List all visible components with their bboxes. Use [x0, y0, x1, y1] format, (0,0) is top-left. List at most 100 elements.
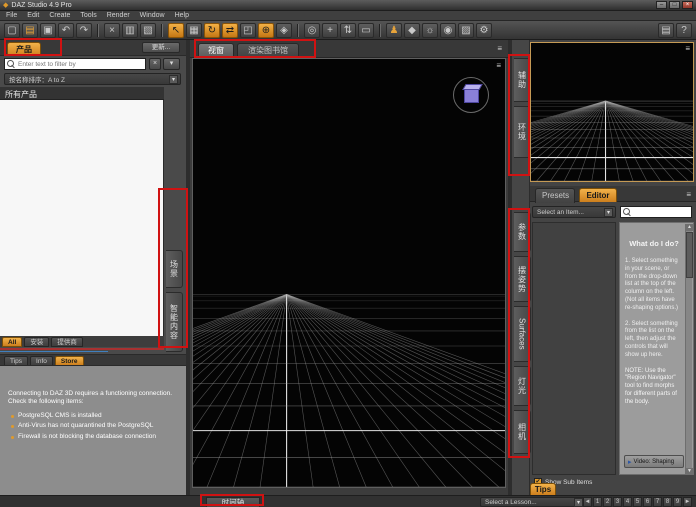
- app-icon: ◆: [3, 2, 9, 9]
- menu-edit[interactable]: Edit: [27, 12, 39, 19]
- rotate-tool-icon[interactable]: ↻: [204, 22, 220, 38]
- create-light-icon[interactable]: ☼: [422, 22, 438, 38]
- node-selection-tool-icon[interactable]: ↖: [168, 22, 184, 38]
- tab-tips-right[interactable]: Tips: [530, 483, 556, 495]
- 3d-viewport[interactable]: ≡: [192, 58, 506, 488]
- tab-viewport[interactable]: 视窗: [198, 43, 234, 58]
- pane-tab-cameras[interactable]: 相机: [514, 410, 531, 454]
- pane-menu-icon[interactable]: ≡: [686, 191, 691, 199]
- viewport-options-icon[interactable]: ≡: [496, 62, 501, 70]
- pager-6[interactable]: 6: [643, 497, 652, 507]
- video-shaping-button[interactable]: ▸ Video: Shaping: [624, 455, 684, 468]
- scroll-up-icon[interactable]: ▲: [686, 224, 693, 231]
- product-list[interactable]: [0, 100, 164, 336]
- universal-tool-icon[interactable]: ⊕: [258, 22, 274, 38]
- view-cube-gizmo[interactable]: [453, 77, 489, 113]
- redo-icon[interactable]: ↷: [76, 22, 92, 38]
- info-tab-row: Tips Info Store: [0, 354, 186, 366]
- scroll-down-icon[interactable]: ▼: [686, 468, 693, 475]
- geometry-editor-tool-icon[interactable]: ▦: [186, 22, 202, 38]
- aux-viewport[interactable]: ≡: [530, 42, 694, 182]
- paste-icon[interactable]: ▧: [140, 22, 156, 38]
- cut-icon[interactable]: ×: [104, 22, 120, 38]
- pager-2[interactable]: 2: [603, 497, 612, 507]
- close-button[interactable]: ×: [682, 1, 693, 9]
- aux-options-icon[interactable]: ≡: [685, 45, 690, 53]
- sort-dropdown[interactable]: 按名称排序：A to Z ▾: [4, 73, 181, 85]
- toolbar-separator: [297, 23, 299, 37]
- scene-info-icon[interactable]: ▤: [658, 22, 674, 38]
- pager-8[interactable]: 8: [663, 497, 672, 507]
- menu-window[interactable]: Window: [140, 12, 165, 19]
- pan-camera-icon[interactable]: +: [322, 22, 338, 38]
- menu-tools[interactable]: Tools: [80, 12, 96, 19]
- new-file-icon[interactable]: ▢: [4, 22, 20, 38]
- render-icon[interactable]: ▨: [458, 22, 474, 38]
- pane-tab-environment[interactable]: 环境: [514, 106, 531, 158]
- create-figure-icon[interactable]: ♟: [386, 22, 402, 38]
- tab-render-library[interactable]: 渲染图书馆: [237, 43, 299, 58]
- pane-tab-lights[interactable]: 灯光: [514, 366, 531, 406]
- menu-render[interactable]: Render: [107, 12, 130, 19]
- store-info-item: Anti-Virus has not quarantined the Postg…: [11, 422, 178, 430]
- tab-timeline[interactable]: 时间轴: [206, 497, 260, 507]
- maximize-button[interactable]: □: [669, 1, 680, 9]
- search-options-button[interactable]: ▾: [163, 58, 180, 70]
- frame-camera-icon[interactable]: ▭: [358, 22, 374, 38]
- pane-tab-posing[interactable]: 摆姿势: [514, 256, 531, 302]
- dolly-camera-icon[interactable]: ⇅: [340, 22, 356, 38]
- filter-tab-all[interactable]: All: [2, 337, 23, 347]
- filter-tab-vendor[interactable]: 提供商: [51, 337, 83, 347]
- create-prop-icon[interactable]: ◆: [404, 22, 420, 38]
- menu-create[interactable]: Create: [49, 12, 70, 19]
- clear-search-button[interactable]: ×: [149, 58, 161, 70]
- search-icon: [623, 207, 632, 217]
- pager-5[interactable]: 5: [633, 497, 642, 507]
- filter-tab-installed[interactable]: 安装: [24, 337, 50, 347]
- translate-tool-icon[interactable]: ⇄: [222, 22, 238, 38]
- pager-7[interactable]: 7: [653, 497, 662, 507]
- tab-presets[interactable]: Presets: [535, 188, 575, 203]
- pane-tab-smart-content[interactable]: 智能内容: [166, 292, 183, 352]
- filter-search-input[interactable]: [16, 60, 145, 68]
- morph-list[interactable]: [532, 222, 616, 475]
- menu-file[interactable]: File: [6, 12, 17, 19]
- title-bar[interactable]: ◆ DAZ Studio 4.9 Pro – □ ×: [0, 0, 696, 11]
- pane-tab-scene[interactable]: 场景: [166, 250, 183, 288]
- scrollbar-thumb[interactable]: [686, 232, 693, 278]
- update-button[interactable]: 更新...: [142, 42, 180, 53]
- pager-next[interactable]: ►: [683, 497, 692, 507]
- pager-3[interactable]: 3: [613, 497, 622, 507]
- tab-editor[interactable]: Editor: [579, 188, 617, 202]
- play-icon: ▸: [628, 458, 632, 466]
- minimize-button[interactable]: –: [656, 1, 667, 9]
- copy-icon[interactable]: ▥: [122, 22, 138, 38]
- pager-prev[interactable]: ◄: [583, 497, 592, 507]
- pager-1[interactable]: 1: [593, 497, 602, 507]
- undo-icon[interactable]: ↶: [58, 22, 74, 38]
- tab-products[interactable]: 产品: [7, 42, 41, 56]
- create-camera-icon[interactable]: ◉: [440, 22, 456, 38]
- pager-9[interactable]: 9: [673, 497, 682, 507]
- viewport-tab-row: 视窗 渲染图书馆 ≡: [190, 40, 508, 58]
- help-icon[interactable]: ?: [676, 22, 692, 38]
- item-select-dropdown[interactable]: Select an Item... ▾: [532, 206, 616, 218]
- orbit-camera-icon[interactable]: ◎: [304, 22, 320, 38]
- render-settings-icon[interactable]: ⚙: [476, 22, 492, 38]
- store-info-panel: Connecting to DAZ 3D requires a function…: [0, 365, 186, 495]
- pane-tab-parameters[interactable]: 参数: [514, 212, 531, 252]
- pane-tab-surfaces[interactable]: Surfaces: [514, 306, 531, 362]
- lesson-dropdown[interactable]: Select a Lesson... ▾: [480, 497, 586, 507]
- help-scrollbar[interactable]: ▲ ▼: [685, 224, 693, 475]
- lesson-dropdown-value: Select a Lesson...: [485, 498, 537, 506]
- pane-tab-aux-viewport[interactable]: 辅助: [514, 58, 531, 102]
- surface-selection-tool-icon[interactable]: ◈: [276, 22, 292, 38]
- open-file-icon[interactable]: ▤: [22, 22, 38, 38]
- left-search-row: × ▾: [0, 57, 186, 72]
- pager-4[interactable]: 4: [623, 497, 632, 507]
- editor-search-input[interactable]: [632, 208, 691, 216]
- pane-menu-icon[interactable]: ≡: [497, 45, 502, 53]
- scale-tool-icon[interactable]: ◰: [240, 22, 256, 38]
- save-icon[interactable]: ▣: [40, 22, 56, 38]
- menu-help[interactable]: Help: [175, 12, 189, 19]
